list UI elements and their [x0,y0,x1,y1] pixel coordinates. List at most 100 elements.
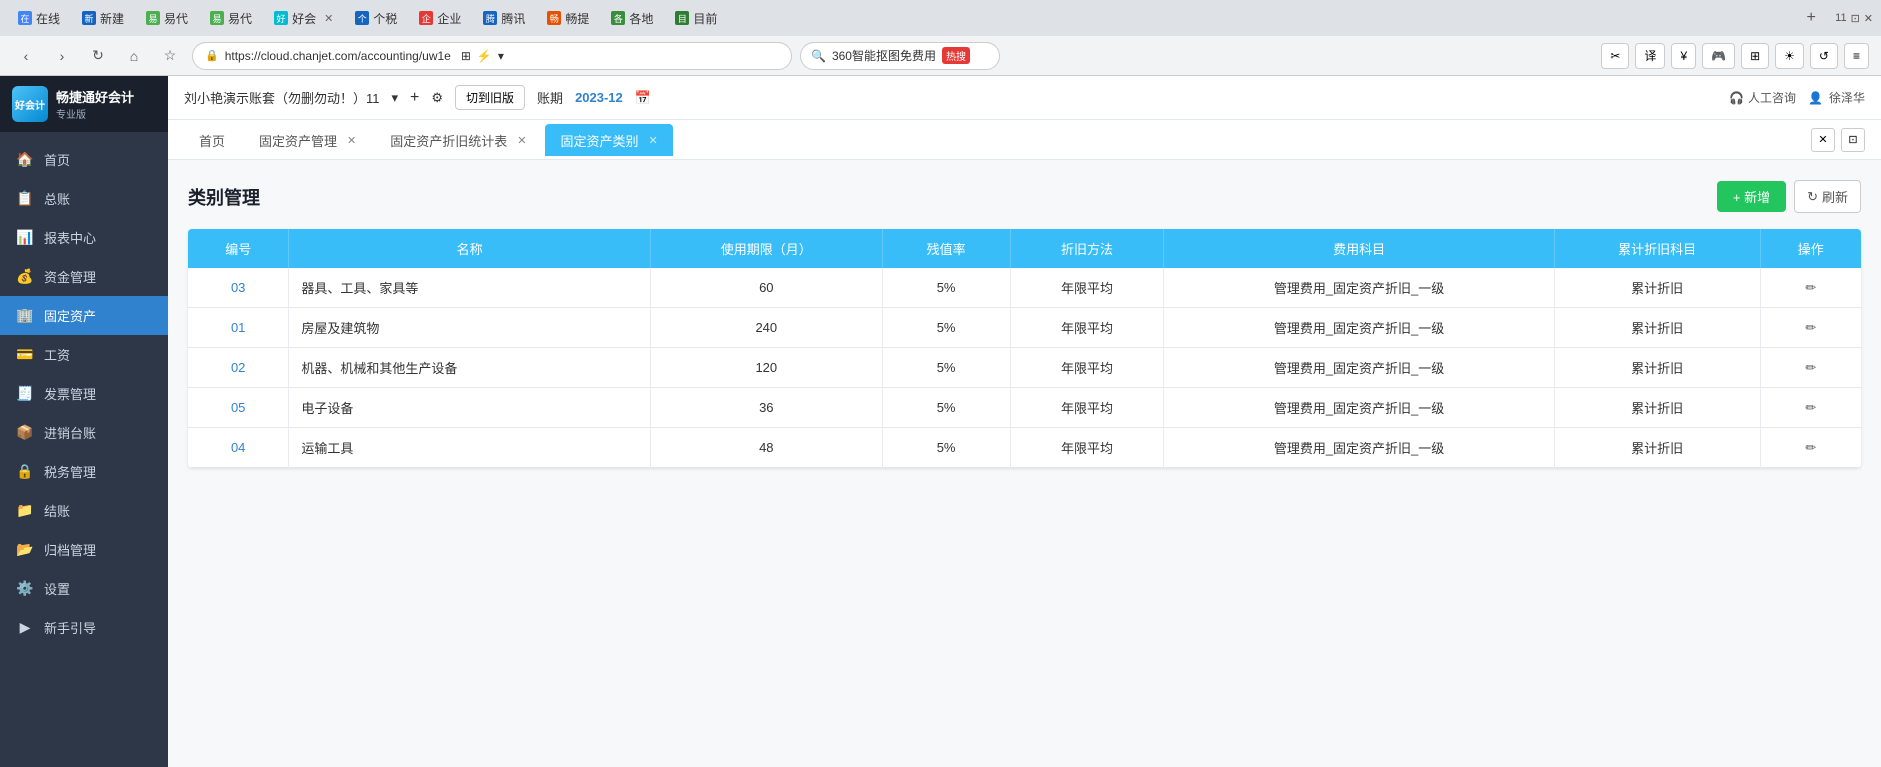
sidebar-item-工资[interactable]: 💳工资 [0,335,168,374]
dropdown-icon: ▾ [498,49,504,63]
undo-button[interactable]: ↺ [1810,43,1838,69]
calendar-icon[interactable]: 📅 [635,90,651,106]
sidebar-item-报表中心[interactable]: 📊报表中心 [0,218,168,257]
sidebar-item-固定资产[interactable]: 🏢固定资产 [0,296,168,335]
cell-months-2: 120 [650,348,882,388]
col-header-5: 费用科目 [1164,229,1554,268]
menu-button[interactable]: ≡ [1844,43,1869,69]
game-button[interactable]: 🎮 [1702,43,1735,69]
cell-action-1[interactable]: ✏ [1760,308,1861,348]
page-tab-close-3[interactable]: ✕ [649,134,658,147]
sidebar-icon-2: 📊 [16,229,34,247]
sidebar-item-总账[interactable]: 📋总账 [0,179,168,218]
page-tab-0[interactable]: 首页 [184,124,240,156]
sidebar-icon-7: 📦 [16,424,34,442]
browser-tab-4[interactable]: 好好会✕ [264,3,343,33]
consult-button[interactable]: 🎧 人工咨询 [1729,89,1796,106]
minimize-button[interactable]: 11 [1835,12,1846,24]
sidebar-item-结账[interactable]: 📁结账 [0,491,168,530]
sidebar-item-首页[interactable]: 🏠首页 [0,140,168,179]
sidebar-item-设置[interactable]: ⚙️设置 [0,569,168,608]
window-max-btn[interactable]: ⊡ [1841,128,1865,152]
cell-action-4[interactable]: ✏ [1760,428,1861,468]
page-tab-close-1[interactable]: ✕ [347,134,356,147]
col-header-1: 名称 [289,229,651,268]
browser-tab-8[interactable]: 畅畅提 [537,3,599,33]
edit-icon-0[interactable]: ✏ [1805,280,1816,295]
page-tab-1[interactable]: 固定资产管理✕ [244,124,371,156]
user-info[interactable]: 👤 徐泽华 [1808,89,1865,106]
browser-tab-6[interactable]: 企企业 [409,3,471,33]
sidebar-icon-3: 💰 [16,268,34,286]
edit-icon-4[interactable]: ✏ [1805,440,1816,455]
switch-old-version-button[interactable]: 切到旧版 [455,85,525,110]
cell-acc-dep-0: 累计折旧 [1554,268,1760,308]
cell-method-2: 年限平均 [1010,348,1164,388]
edit-icon-3[interactable]: ✏ [1805,400,1816,415]
page-tab-2[interactable]: 固定资产折旧统计表✕ [375,124,541,156]
reload-button[interactable]: ↻ [84,42,112,70]
address-bar: ‹ › ↻ ⌂ ☆ 🔒 https://cloud.chanjet.com/ac… [0,36,1881,76]
expand-icon: ⊞ [461,49,471,63]
sidebar-item-税务管理[interactable]: 🔒税务管理 [0,452,168,491]
home-button[interactable]: ⌂ [120,42,148,70]
browser-tab-0[interactable]: 在在线 [8,3,70,33]
add-button[interactable]: + 新增 [1717,181,1786,212]
cell-code-4[interactable]: 04 [188,428,289,468]
sidebar-item-新手引导[interactable]: ▶新手引导 [0,608,168,647]
cell-action-3[interactable]: ✏ [1760,388,1861,428]
cell-name-1: 房屋及建筑物 [289,308,651,348]
cell-residual-4: 5% [882,428,1010,468]
browser-tab-3[interactable]: 易易代 [200,3,262,33]
grid-button[interactable]: ⊞ [1741,43,1769,69]
back-button[interactable]: ‹ [12,42,40,70]
browser-tab-2[interactable]: 易易代 [136,3,198,33]
cell-code-3[interactable]: 05 [188,388,289,428]
edit-icon-1[interactable]: ✏ [1805,320,1816,335]
restore-button[interactable]: ⊡ [1851,12,1860,25]
sidebar-item-进销台账[interactable]: 📦进销台账 [0,413,168,452]
cell-code-1[interactable]: 01 [188,308,289,348]
url-input[interactable]: 🔒 https://cloud.chanjet.com/accounting/u… [192,42,792,70]
close-window-button[interactable]: ✕ [1864,12,1873,25]
browser-tab-9[interactable]: 各各地 [601,3,663,33]
new-tab-button[interactable]: + [1797,4,1825,32]
cell-action-0[interactable]: ✏ [1760,268,1861,308]
sidebar-item-发票管理[interactable]: 🧾发票管理 [0,374,168,413]
edit-icon-2[interactable]: ✏ [1805,360,1816,375]
sidebar-item-资金管理[interactable]: 💰资金管理 [0,257,168,296]
page-tab-label-0: 首页 [199,131,225,150]
sidebar-icon-6: 🧾 [16,385,34,403]
sidebar-icon-5: 💳 [16,346,34,364]
tab-close-icon[interactable]: ✕ [324,12,333,25]
sidebar-icon-10: 📂 [16,541,34,559]
browser-tab-10[interactable]: 目目前 [665,3,727,33]
add-account-icon[interactable]: + [410,89,419,107]
browser-toolbar-right: ✂ 译 ¥ 🎮 ⊞ ☀ ↺ ≡ [1601,43,1869,69]
bookmark-button[interactable]: ☆ [156,42,184,70]
page-tab-close-2[interactable]: ✕ [517,134,526,147]
cell-name-0: 器具、工具、家具等 [289,268,651,308]
scissors-button[interactable]: ✂ [1601,43,1629,69]
search-bar[interactable]: 🔍 360智能抠图免费用 热搜 [800,42,1000,70]
window-close-btn[interactable]: ✕ [1811,128,1835,152]
sidebar-item-归档管理[interactable]: 📂归档管理 [0,530,168,569]
refresh-button[interactable]: ↻ 刷新 [1794,180,1861,213]
cell-method-4: 年限平均 [1010,428,1164,468]
forward-button[interactable]: › [48,42,76,70]
page-tab-3[interactable]: 固定资产类别✕ [545,124,672,156]
browser-tab-1[interactable]: 新新建 [72,3,134,33]
wallet-button[interactable]: ¥ [1671,43,1696,69]
dropdown-icon[interactable]: ▾ [392,90,399,106]
cell-code-2[interactable]: 02 [188,348,289,388]
sun-button[interactable]: ☀ [1775,43,1804,69]
translate-button[interactable]: 译 [1635,43,1665,69]
settings-icon[interactable]: ⚙ [431,90,443,106]
browser-tab-5[interactable]: 个个税 [345,3,407,33]
cell-name-2: 机器、机械和其他生产设备 [289,348,651,388]
cell-expense-0: 管理费用_固定资产折旧_一级 [1164,268,1554,308]
cell-action-2[interactable]: ✏ [1760,348,1861,388]
cell-code-0[interactable]: 03 [188,268,289,308]
browser-tab-7[interactable]: 腾腾讯 [473,3,535,33]
cell-expense-4: 管理费用_固定资产折旧_一级 [1164,428,1554,468]
